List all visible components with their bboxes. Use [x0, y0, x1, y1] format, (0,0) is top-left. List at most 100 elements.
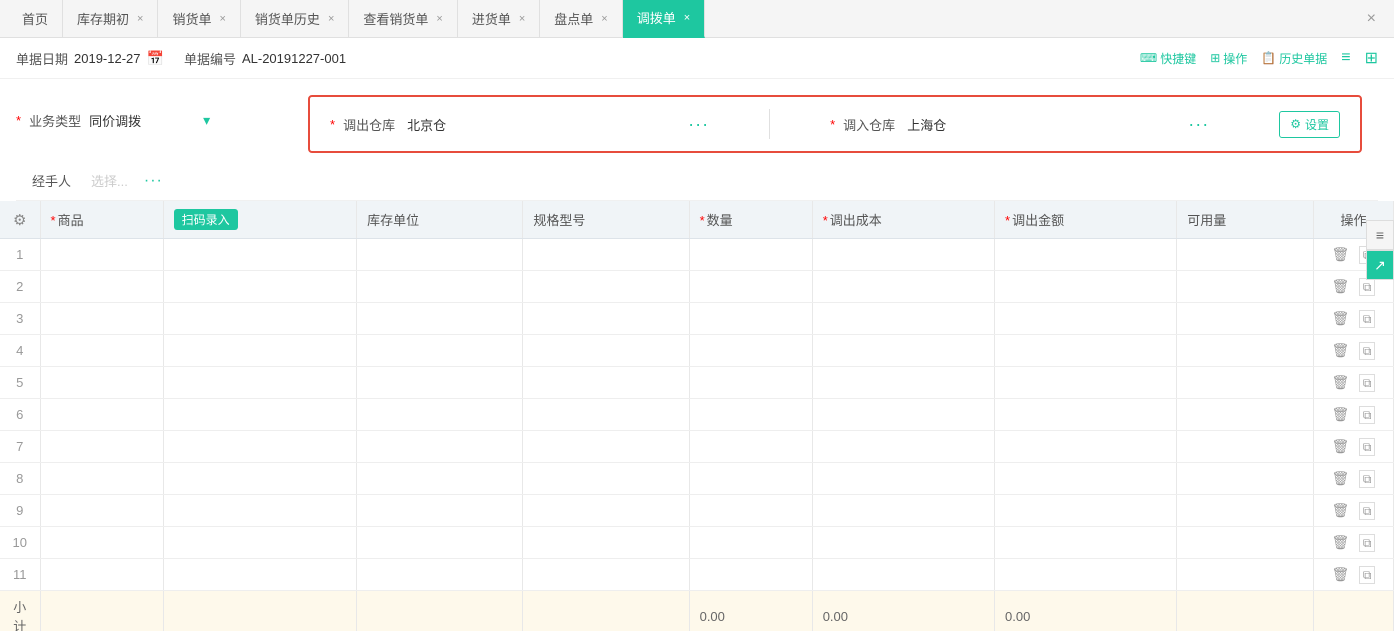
product-cell[interactable] — [40, 431, 163, 463]
scan-button[interactable]: 扫码录入 — [174, 209, 238, 230]
view-toggle-list[interactable]: ≡ — [1341, 49, 1350, 67]
tab-view-sales-close[interactable]: × — [436, 13, 442, 25]
copy-icon[interactable]: ⧉ — [1359, 374, 1376, 392]
tab-stocktake[interactable]: 盘点单 × — [540, 0, 622, 38]
product-cell[interactable] — [40, 463, 163, 495]
warehouse-out-value[interactable]: 北京仓 — [407, 115, 446, 134]
copy-icon[interactable]: ⧉ — [1359, 566, 1376, 584]
tab-sales-order-close[interactable]: × — [219, 13, 225, 25]
product-cell[interactable] — [40, 527, 163, 559]
copy-icon[interactable]: ⧉ — [1359, 534, 1376, 552]
tab-transfer-close[interactable]: × — [684, 12, 690, 24]
qty-cell[interactable] — [689, 559, 812, 591]
history-button[interactable]: 📋 历史单据 — [1261, 50, 1327, 67]
amount-cell[interactable] — [995, 271, 1177, 303]
copy-icon[interactable]: ⧉ — [1359, 470, 1376, 488]
delete-icon[interactable]: 🗑 — [1332, 502, 1350, 518]
tab-sales-history-close[interactable]: × — [328, 13, 334, 25]
amount-cell[interactable] — [995, 559, 1177, 591]
cost-cell[interactable] — [812, 495, 994, 527]
qty-cell[interactable] — [689, 271, 812, 303]
delete-icon[interactable]: 🗑 — [1332, 566, 1350, 582]
copy-icon[interactable]: ⧉ — [1359, 278, 1376, 296]
cost-cell[interactable] — [812, 559, 994, 591]
table-gear-icon[interactable]: ⚙ — [13, 212, 26, 229]
cost-cell[interactable] — [812, 239, 994, 271]
float-list-button[interactable]: ≡ — [1366, 220, 1394, 250]
business-type-value[interactable]: 同价调拨 — [89, 111, 189, 130]
delete-icon[interactable]: 🗑 — [1332, 342, 1350, 358]
amount-cell[interactable] — [995, 399, 1177, 431]
warehouse-out-more[interactable]: ··· — [688, 114, 709, 135]
tab-purchase-order[interactable]: 进货单 × — [458, 0, 540, 38]
qty-cell[interactable] — [689, 239, 812, 271]
delete-icon[interactable]: 🗑 — [1332, 470, 1350, 486]
operations-button[interactable]: ⊞ 操作 — [1210, 50, 1247, 67]
delete-icon[interactable]: 🗑 — [1332, 374, 1350, 390]
product-cell[interactable] — [40, 335, 163, 367]
tab-inventory-init-close[interactable]: × — [137, 13, 143, 25]
product-cell[interactable] — [40, 271, 163, 303]
tab-sales-order[interactable]: 销货单 × — [158, 0, 240, 38]
warehouse-in-more[interactable]: ··· — [1188, 114, 1209, 135]
shortcuts-button[interactable]: ⌨ 快捷键 — [1140, 50, 1196, 67]
amount-cell[interactable] — [995, 495, 1177, 527]
product-cell[interactable] — [40, 303, 163, 335]
delete-icon[interactable]: 🗑 — [1332, 278, 1350, 294]
tab-inventory-init[interactable]: 库存期初 × — [63, 0, 158, 38]
cost-cell[interactable] — [812, 527, 994, 559]
tab-home[interactable]: 首页 — [8, 0, 63, 38]
qty-cell[interactable] — [689, 399, 812, 431]
cost-cell[interactable] — [812, 431, 994, 463]
cost-cell[interactable] — [812, 399, 994, 431]
window-close-button[interactable]: × — [1357, 10, 1386, 28]
settings-button[interactable]: ⚙ 设置 — [1279, 111, 1340, 138]
tab-purchase-order-close[interactable]: × — [519, 13, 525, 25]
qty-cell[interactable] — [689, 335, 812, 367]
tab-transfer[interactable]: 调拨单 × — [623, 0, 705, 38]
copy-icon[interactable]: ⧉ — [1359, 406, 1376, 424]
amount-cell[interactable] — [995, 367, 1177, 399]
qty-cell[interactable] — [689, 495, 812, 527]
tab-sales-history[interactable]: 销货单历史 × — [241, 0, 349, 38]
qty-cell[interactable] — [689, 303, 812, 335]
cost-cell[interactable] — [812, 367, 994, 399]
copy-icon[interactable]: ⧉ — [1359, 310, 1376, 328]
cost-cell[interactable] — [812, 303, 994, 335]
warehouse-in-value[interactable]: 上海仓 — [907, 115, 946, 134]
qty-cell[interactable] — [689, 367, 812, 399]
product-cell[interactable] — [40, 399, 163, 431]
amount-cell[interactable] — [995, 431, 1177, 463]
delete-icon[interactable]: 🗑 — [1332, 406, 1350, 422]
business-type-dropdown[interactable]: ▾ — [197, 112, 216, 129]
float-external-button[interactable]: ↗ — [1366, 250, 1394, 280]
delete-icon[interactable]: 🗑 — [1332, 534, 1350, 550]
calendar-icon[interactable]: 📅 — [147, 50, 164, 67]
product-cell[interactable] — [40, 239, 163, 271]
product-cell[interactable] — [40, 495, 163, 527]
qty-cell[interactable] — [689, 431, 812, 463]
delete-icon[interactable]: 🗑 — [1332, 438, 1350, 454]
cost-cell[interactable] — [812, 271, 994, 303]
cost-cell[interactable] — [812, 335, 994, 367]
view-toggle-grid[interactable]: ⊞ — [1365, 48, 1378, 68]
cost-cell[interactable] — [812, 463, 994, 495]
qty-cell[interactable] — [689, 527, 812, 559]
amount-cell[interactable] — [995, 335, 1177, 367]
handler-more[interactable]: ··· — [144, 172, 163, 190]
handler-placeholder[interactable]: 选择... — [91, 171, 128, 190]
delete-icon[interactable]: 🗑 — [1332, 246, 1350, 262]
product-cell[interactable] — [40, 559, 163, 591]
amount-cell[interactable] — [995, 303, 1177, 335]
amount-cell[interactable] — [995, 239, 1177, 271]
amount-cell[interactable] — [995, 527, 1177, 559]
copy-icon[interactable]: ⧉ — [1359, 502, 1376, 520]
amount-cell[interactable] — [995, 463, 1177, 495]
tab-view-sales[interactable]: 查看销货单 × — [349, 0, 457, 38]
copy-icon[interactable]: ⧉ — [1359, 438, 1376, 456]
product-cell[interactable] — [40, 367, 163, 399]
tab-stocktake-close[interactable]: × — [601, 13, 607, 25]
delete-icon[interactable]: 🗑 — [1332, 310, 1350, 326]
qty-cell[interactable] — [689, 463, 812, 495]
copy-icon[interactable]: ⧉ — [1359, 342, 1376, 360]
